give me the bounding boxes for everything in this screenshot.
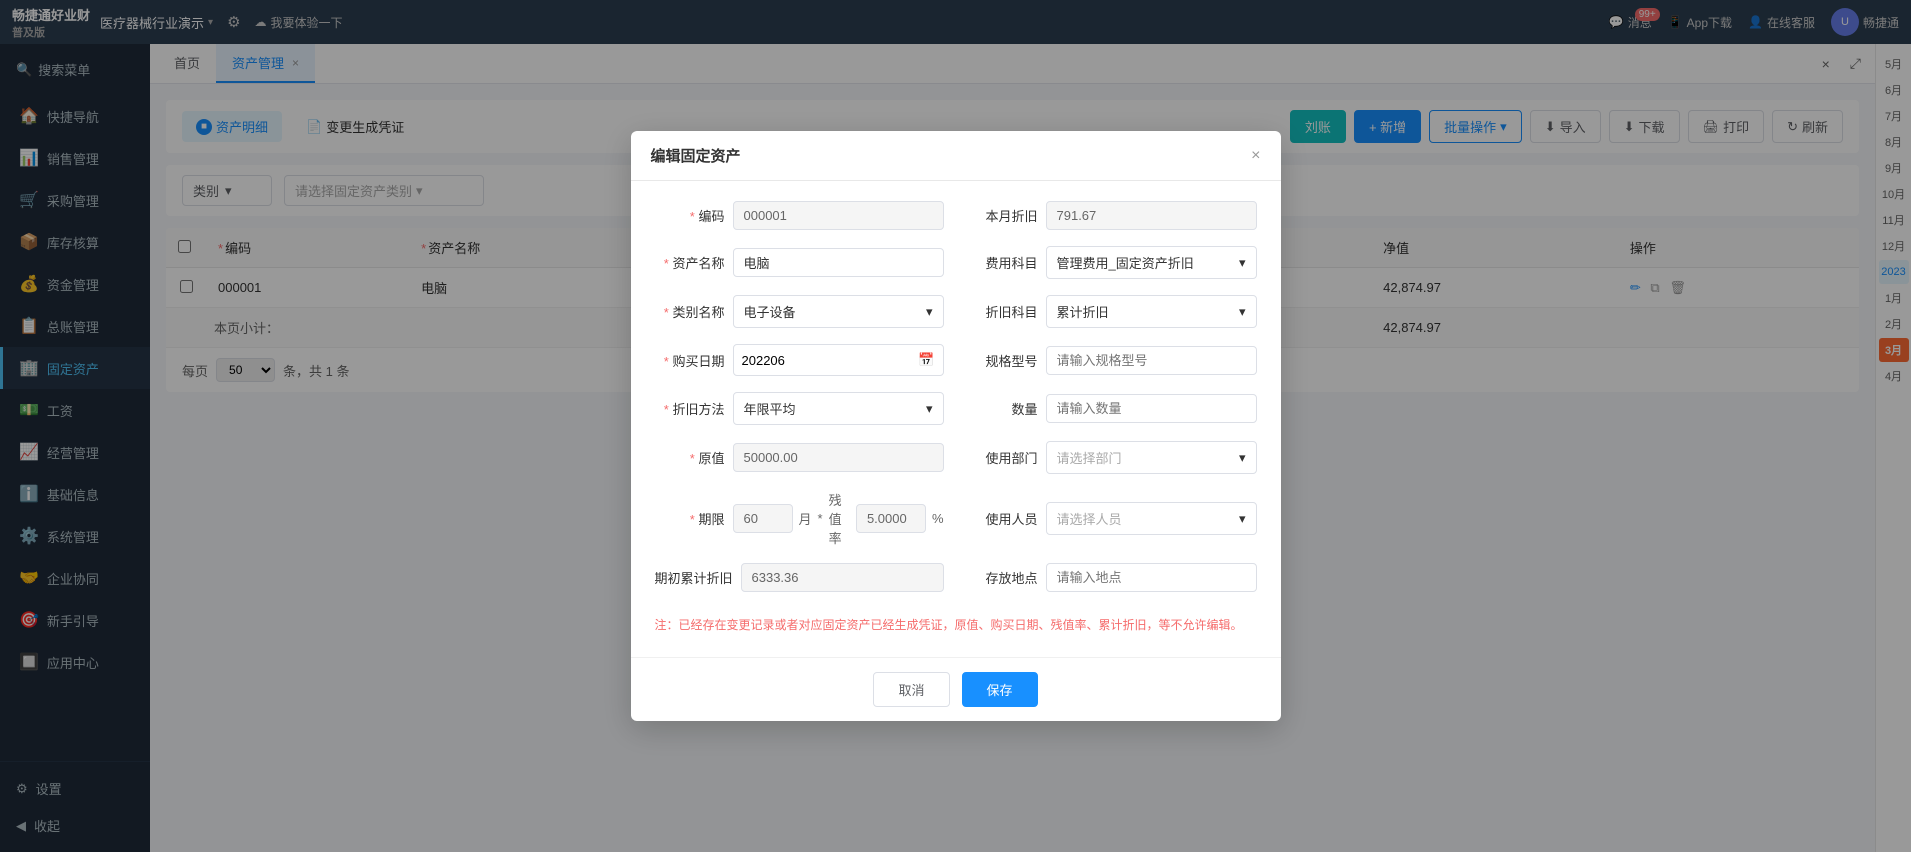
quantity-label: 数量 xyxy=(968,399,1038,418)
user-label: 使用人员 xyxy=(968,509,1038,528)
code-label: * 编码 xyxy=(655,206,725,225)
chevron-down-icon: ▾ xyxy=(926,304,933,320)
depreciation-method-select[interactable]: 年限平均 ▾ xyxy=(733,392,944,425)
field-user: 使用人员 请选择人员 ▾ xyxy=(968,490,1257,547)
edit-asset-modal: 编辑固定资产 × * 编码 本月折旧 xyxy=(631,131,1281,721)
form-grid: * 编码 本月折旧 * 资产名称 xyxy=(655,201,1257,637)
field-depreciation-method: * 折旧方法 年限平均 ▾ xyxy=(655,392,944,425)
initial-accum-label: 期初累计折旧 xyxy=(655,568,733,587)
modal-overlay: 编辑固定资产 × * 编码 本月折旧 xyxy=(0,0,1911,852)
initial-accum-input[interactable] xyxy=(741,563,944,592)
field-quantity: 数量 xyxy=(968,392,1257,425)
chevron-down-icon: ▾ xyxy=(1239,450,1246,466)
field-code: * 编码 xyxy=(655,201,944,230)
field-depreciation-subject: 折旧科目 累计折旧 ▾ xyxy=(968,295,1257,328)
purchase-date-label: * 购买日期 xyxy=(655,351,725,370)
field-category: * 类别名称 电子设备 ▾ xyxy=(655,295,944,328)
chevron-down-icon: ▾ xyxy=(1239,255,1246,271)
monthly-depreciation-input xyxy=(1046,201,1257,230)
modal-header: 编辑固定资产 × xyxy=(631,131,1281,181)
asset-name-input[interactable] xyxy=(733,248,944,277)
code-input[interactable] xyxy=(733,201,944,230)
department-label: 使用部门 xyxy=(968,448,1038,467)
chevron-down-icon: ▾ xyxy=(1239,511,1246,527)
term-input[interactable] xyxy=(733,504,793,533)
original-value-input[interactable] xyxy=(733,443,944,472)
user-select[interactable]: 请选择人员 ▾ xyxy=(1046,502,1257,535)
term-label: * 期限 xyxy=(655,509,725,528)
modal-footer: 取消 保存 xyxy=(631,657,1281,721)
depreciation-subject-label: 折旧科目 xyxy=(968,302,1038,321)
chevron-down-icon: ▾ xyxy=(926,401,933,417)
department-select[interactable]: 请选择部门 ▾ xyxy=(1046,441,1257,474)
chevron-down-icon: ▾ xyxy=(1239,304,1246,320)
expense-subject-select[interactable]: 管理费用_固定资产折旧 ▾ xyxy=(1046,246,1257,279)
expense-subject-label: 费用科目 xyxy=(968,253,1038,272)
save-button[interactable]: 保存 xyxy=(962,672,1038,707)
field-expense-subject: 费用科目 管理费用_固定资产折旧 ▾ xyxy=(968,246,1257,279)
calendar-icon[interactable]: 📅 xyxy=(918,352,934,368)
monthly-depreciation-label: 本月折旧 xyxy=(968,206,1038,225)
modal-body: * 编码 本月折旧 * 资产名称 xyxy=(631,181,1281,657)
category-label: * 类别名称 xyxy=(655,302,725,321)
category-dropdown[interactable]: 电子设备 ▾ xyxy=(733,295,944,328)
quantity-input[interactable] xyxy=(1046,394,1257,423)
spec-input[interactable] xyxy=(1046,346,1257,375)
field-asset-name: * 资产名称 xyxy=(655,246,944,279)
depreciation-subject-select[interactable]: 累计折旧 ▾ xyxy=(1046,295,1257,328)
asset-name-label: * 资产名称 xyxy=(655,253,725,272)
depreciation-method-label: * 折旧方法 xyxy=(655,399,725,418)
field-original-value: * 原值 xyxy=(655,441,944,474)
original-value-label: * 原值 xyxy=(655,448,725,467)
location-input[interactable] xyxy=(1046,563,1257,592)
residual-rate-input[interactable] xyxy=(856,504,926,533)
field-purchase-date: * 购买日期 📅 xyxy=(655,344,944,376)
cancel-button[interactable]: 取消 xyxy=(873,672,949,707)
spec-label: 规格型号 xyxy=(968,351,1038,370)
field-spec: 规格型号 xyxy=(968,344,1257,376)
purchase-date-input[interactable] xyxy=(742,353,919,368)
field-monthly-depreciation: 本月折旧 xyxy=(968,201,1257,230)
field-term-residual: * 期限 月 * 残值率 % xyxy=(655,490,944,547)
location-label: 存放地点 xyxy=(968,568,1038,587)
field-location: 存放地点 xyxy=(968,563,1257,592)
field-department: 使用部门 请选择部门 ▾ xyxy=(968,441,1257,474)
field-initial-accum: 期初累计折旧 xyxy=(655,563,944,592)
modal-title: 编辑固定资产 xyxy=(651,145,741,166)
modal-close-btn[interactable]: × xyxy=(1251,147,1260,165)
form-note: 注：已经存在变更记录或者对应固定资产已经生成凭证，原值、购买日期、残值率、累计折… xyxy=(655,608,1257,637)
